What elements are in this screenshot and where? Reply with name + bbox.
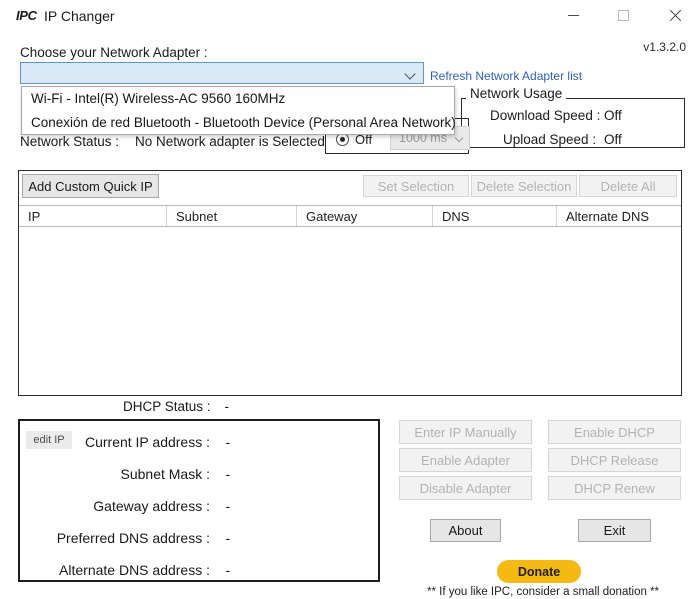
minimize-icon	[568, 15, 579, 16]
gateway-address-value: -	[226, 499, 231, 514]
alternate-dns-row: Alternate DNS address : -	[20, 553, 378, 587]
add-custom-quick-ip-button[interactable]: Add Custom Quick IP	[22, 174, 159, 198]
column-header-gateway[interactable]: Gateway	[297, 206, 433, 226]
dhcp-renew-button[interactable]: DHCP Renew	[548, 476, 681, 500]
column-header-alternate-dns[interactable]: Alternate DNS	[557, 206, 681, 226]
current-ip-row: Current IP address : -	[20, 425, 378, 459]
network-status-label: Network Status :	[20, 134, 119, 149]
preferred-dns-row: Preferred DNS address : -	[20, 521, 378, 555]
subnet-mask-row: Subnet Mask : -	[20, 457, 378, 491]
enter-ip-manually-button[interactable]: Enter IP Manually	[399, 420, 532, 444]
current-config-panel: Current IP address : - Subnet Mask : - G…	[18, 419, 380, 582]
adapter-prompt-label: Choose your Network Adapter :	[20, 45, 208, 60]
donate-note: ** If you like IPC, consider a small don…	[427, 586, 659, 598]
upload-speed-label: Upload Speed :	[503, 132, 596, 147]
column-header-ip[interactable]: IP	[19, 206, 167, 226]
version-label: v1.3.2.0	[643, 40, 686, 54]
quick-ip-table-header: IP Subnet Gateway DNS Alternate DNS	[19, 205, 681, 227]
adapter-dropdown-list[interactable]: Wi-Fi - Intel(R) Wireless-AC 9560 160MHz…	[21, 86, 455, 135]
column-header-dns[interactable]: DNS	[433, 206, 557, 226]
gateway-address-row: Gateway address : -	[20, 489, 378, 523]
preferred-dns-label: Preferred DNS address :	[57, 530, 210, 546]
network-status-value: No Network adapter is Selected	[135, 134, 325, 149]
close-button[interactable]	[652, 0, 698, 31]
delete-selection-button[interactable]: Delete Selection	[471, 175, 577, 197]
enable-adapter-button[interactable]: Enable Adapter	[399, 448, 532, 472]
refresh-adapter-list-link[interactable]: Refresh Network Adapter list	[430, 69, 582, 83]
disable-adapter-button[interactable]: Disable Adapter	[399, 476, 532, 500]
column-header-subnet[interactable]: Subnet	[167, 206, 297, 226]
title-bar: IPC IP Changer	[0, 0, 700, 32]
network-usage-title: Network Usage	[466, 86, 566, 101]
alternate-dns-label: Alternate DNS address :	[59, 562, 210, 578]
upload-speed-value: Off	[604, 132, 622, 147]
adapter-option-bluetooth[interactable]: Conexión de red Bluetooth - Bluetooth De…	[22, 111, 454, 135]
chevron-down-icon	[406, 70, 415, 79]
donate-button[interactable]: Donate	[497, 560, 581, 583]
adapter-select[interactable]	[20, 62, 424, 84]
quick-ip-table-body[interactable]	[19, 227, 681, 395]
edit-ip-button[interactable]: edit IP	[26, 431, 72, 449]
enable-dhcp-button[interactable]: Enable DHCP	[548, 420, 681, 444]
alternate-dns-value: -	[226, 563, 231, 578]
exit-button[interactable]: Exit	[578, 519, 651, 542]
gateway-address-label: Gateway address :	[93, 498, 210, 514]
download-speed-label: Download Speed :	[490, 108, 600, 123]
maximize-icon	[618, 10, 629, 21]
current-ip-value: -	[226, 435, 231, 450]
dhcp-release-button[interactable]: DHCP Release	[548, 448, 681, 472]
subnet-mask-value: -	[226, 467, 231, 482]
minimize-button[interactable]	[550, 0, 596, 31]
dhcp-status-label: DHCP Status :	[123, 399, 211, 414]
download-speed-value: Off	[604, 108, 622, 123]
chevron-down-icon	[455, 134, 463, 142]
set-selection-button[interactable]: Set Selection	[363, 175, 469, 197]
dhcp-status-value: -	[225, 399, 230, 414]
maximize-button[interactable]	[600, 0, 646, 31]
app-logo-ipc: IPC	[16, 8, 37, 23]
preferred-dns-value: -	[226, 531, 231, 546]
delete-all-button[interactable]: Delete All	[579, 175, 677, 197]
subnet-mask-label: Subnet Mask :	[121, 466, 211, 482]
dhcp-status-row: DHCP Status :-	[123, 399, 229, 414]
close-icon	[668, 9, 682, 23]
window-title: IP Changer	[44, 8, 115, 24]
about-button[interactable]: About	[430, 519, 501, 542]
ip-changer-window: IPC IP Changer Choose your Network Adapt…	[0, 0, 700, 599]
adapter-option-wifi[interactable]: Wi-Fi - Intel(R) Wireless-AC 9560 160MHz	[22, 87, 454, 111]
current-ip-label: Current IP address :	[85, 434, 210, 450]
